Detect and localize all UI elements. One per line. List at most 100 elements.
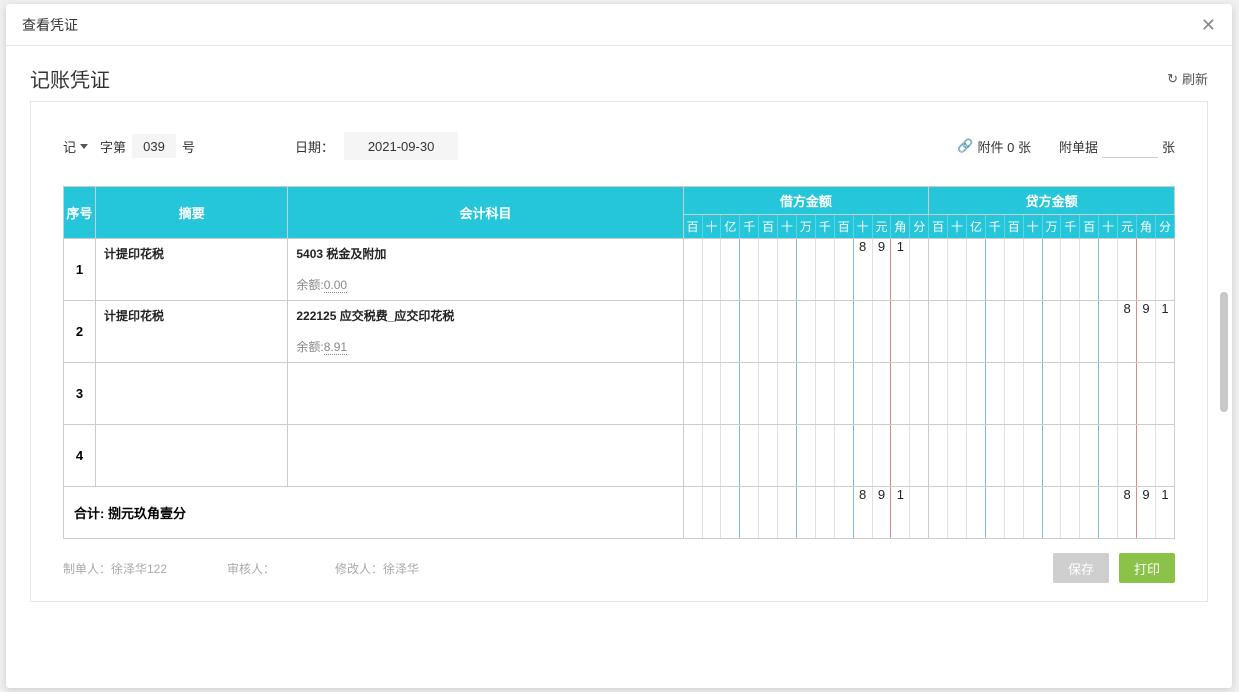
digit-cell[interactable] [1023, 301, 1042, 363]
digit-cell[interactable] [948, 301, 967, 363]
digit-cell[interactable] [796, 363, 815, 425]
digit-cell[interactable] [759, 487, 778, 539]
digit-cell[interactable] [702, 239, 721, 301]
digit-cell[interactable] [872, 301, 891, 363]
digit-cell[interactable]: 9 [872, 487, 891, 539]
digit-cell[interactable] [1061, 363, 1080, 425]
digit-cell[interactable] [1155, 363, 1174, 425]
digit-cell[interactable] [1004, 239, 1023, 301]
digit-cell[interactable]: 8 [853, 487, 872, 539]
print-button[interactable]: 打印 [1119, 553, 1175, 583]
digit-cell[interactable] [721, 239, 740, 301]
digit-cell[interactable] [853, 301, 872, 363]
digit-cell[interactable] [891, 363, 910, 425]
digit-cell[interactable] [853, 363, 872, 425]
save-button[interactable]: 保存 [1053, 553, 1109, 583]
close-icon[interactable]: ✕ [1201, 16, 1216, 34]
digit-cell[interactable] [759, 239, 778, 301]
digit-cell[interactable] [721, 425, 740, 487]
digit-cell[interactable] [891, 425, 910, 487]
digit-cell[interactable] [1042, 239, 1061, 301]
row-summary[interactable] [96, 363, 288, 425]
digit-cell[interactable] [985, 301, 1004, 363]
digit-cell[interactable] [683, 239, 702, 301]
digit-cell[interactable] [834, 239, 853, 301]
digit-cell[interactable]: 1 [891, 487, 910, 539]
digit-cell[interactable] [872, 363, 891, 425]
digit-cell[interactable] [1099, 487, 1118, 539]
digit-cell[interactable] [721, 363, 740, 425]
digit-cell[interactable]: 9 [1137, 301, 1156, 363]
digit-cell[interactable]: 8 [1118, 301, 1137, 363]
digit-cell[interactable] [985, 363, 1004, 425]
digit-cell[interactable] [929, 425, 948, 487]
digit-cell[interactable] [967, 487, 986, 539]
digit-cell[interactable] [721, 487, 740, 539]
digit-cell[interactable] [778, 301, 797, 363]
digit-cell[interactable] [778, 487, 797, 539]
digit-cell[interactable] [740, 487, 759, 539]
digit-cell[interactable]: 8 [853, 239, 872, 301]
digit-cell[interactable] [1004, 487, 1023, 539]
digit-cell[interactable] [815, 425, 834, 487]
digit-cell[interactable] [910, 487, 929, 539]
digit-cell[interactable] [702, 301, 721, 363]
scrollbar-thumb[interactable] [1220, 292, 1228, 412]
row-subject[interactable] [288, 425, 683, 487]
digit-cell[interactable] [1023, 239, 1042, 301]
digit-cell[interactable] [929, 363, 948, 425]
digit-cell[interactable] [1155, 425, 1174, 487]
digit-cell[interactable] [948, 425, 967, 487]
digit-cell[interactable] [1023, 487, 1042, 539]
digit-cell[interactable] [759, 425, 778, 487]
digit-cell[interactable] [1099, 363, 1118, 425]
digit-cell[interactable]: 1 [1155, 301, 1174, 363]
digit-cell[interactable] [1080, 487, 1099, 539]
digit-cell[interactable] [740, 425, 759, 487]
digit-cell[interactable] [1042, 363, 1061, 425]
digit-cell[interactable] [815, 487, 834, 539]
digit-cell[interactable] [1023, 363, 1042, 425]
voucher-type-select[interactable]: 记 [63, 137, 88, 156]
digit-cell[interactable] [872, 425, 891, 487]
row-summary[interactable] [96, 425, 288, 487]
digit-cell[interactable] [853, 425, 872, 487]
digit-cell[interactable] [683, 301, 702, 363]
digit-cell[interactable] [948, 363, 967, 425]
digit-cell[interactable] [1137, 363, 1156, 425]
attachment-link[interactable]: 🔗 附件 0 张 [957, 137, 1031, 156]
digit-cell[interactable] [967, 239, 986, 301]
digit-cell[interactable] [1004, 425, 1023, 487]
digit-cell[interactable] [1042, 425, 1061, 487]
digit-cell[interactable] [778, 425, 797, 487]
digit-cell[interactable] [891, 301, 910, 363]
digit-cell[interactable] [948, 487, 967, 539]
digit-cell[interactable] [1061, 239, 1080, 301]
digit-cell[interactable] [967, 363, 986, 425]
digit-cell[interactable] [740, 301, 759, 363]
digit-cell[interactable] [929, 239, 948, 301]
digit-cell[interactable] [721, 301, 740, 363]
digit-cell[interactable]: 1 [1155, 487, 1174, 539]
digit-cell[interactable] [702, 487, 721, 539]
digit-cell[interactable] [778, 239, 797, 301]
digit-cell[interactable] [1080, 301, 1099, 363]
digit-cell[interactable]: 9 [1137, 487, 1156, 539]
digit-cell[interactable] [796, 487, 815, 539]
row-subject[interactable]: 222125 应交税费_应交印花税余额:8.91 [288, 301, 683, 363]
digit-cell[interactable] [834, 301, 853, 363]
digit-cell[interactable] [1061, 301, 1080, 363]
digit-cell[interactable] [1004, 363, 1023, 425]
digit-cell[interactable] [796, 425, 815, 487]
digit-cell[interactable]: 8 [1118, 487, 1137, 539]
digit-cell[interactable] [985, 425, 1004, 487]
row-summary[interactable]: 计提印花税 [96, 239, 288, 301]
digit-cell[interactable] [815, 301, 834, 363]
digit-cell[interactable] [1137, 425, 1156, 487]
digit-cell[interactable] [702, 425, 721, 487]
digit-cell[interactable] [740, 239, 759, 301]
digit-cell[interactable] [1042, 301, 1061, 363]
digit-cell[interactable] [967, 301, 986, 363]
digit-cell[interactable] [1099, 301, 1118, 363]
row-summary[interactable]: 计提印花税 [96, 301, 288, 363]
